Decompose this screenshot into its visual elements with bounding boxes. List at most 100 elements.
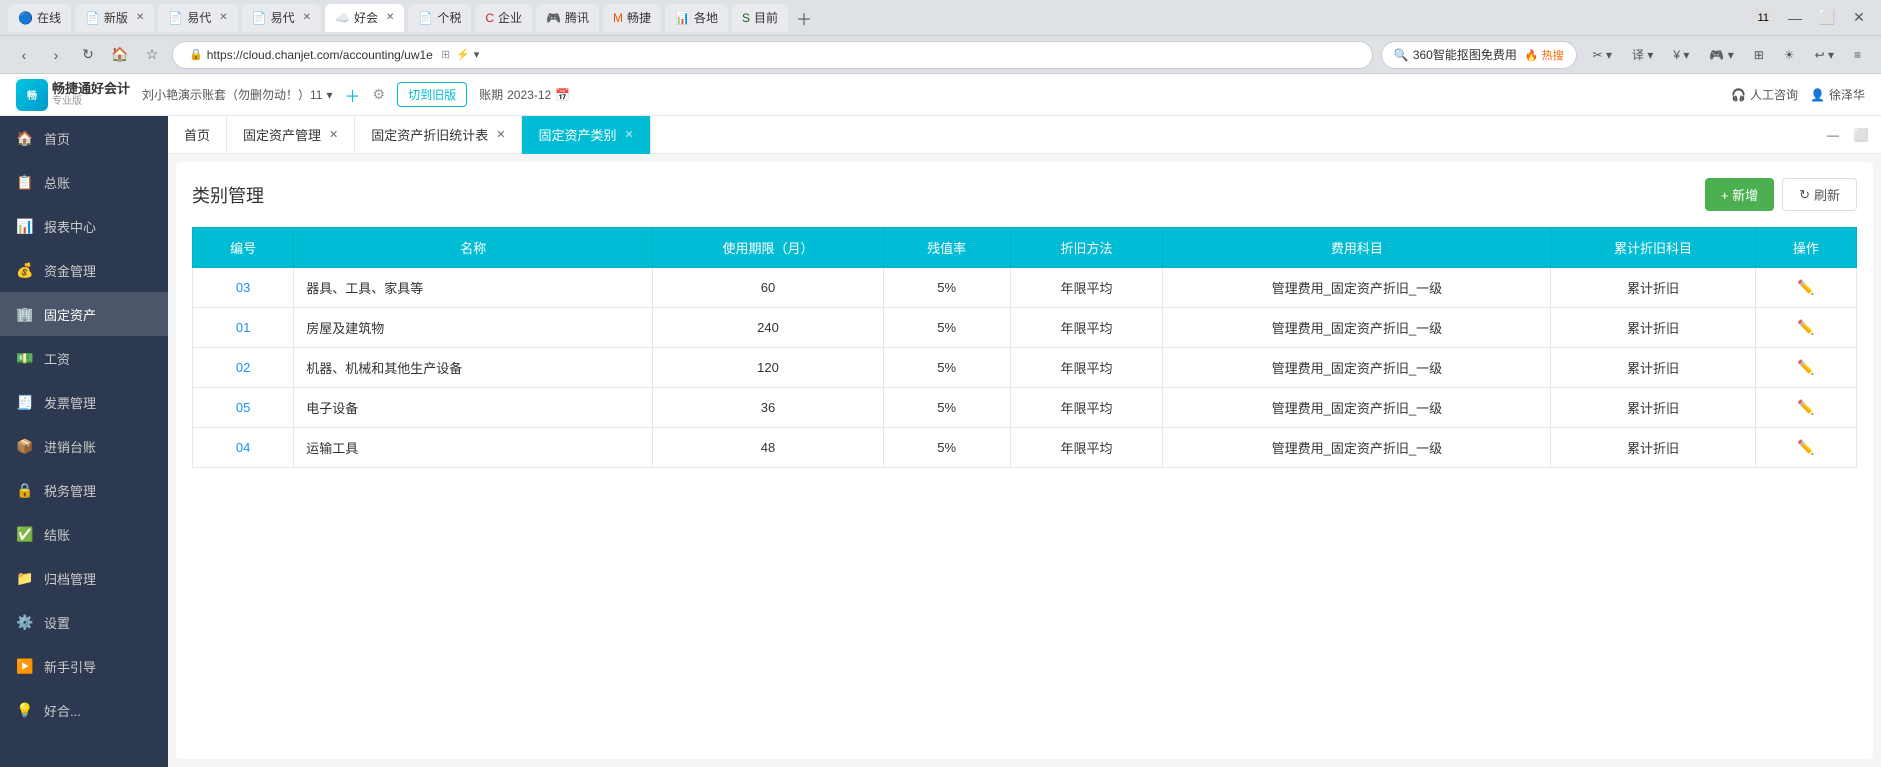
dropdown-arrow: ▾	[326, 88, 332, 102]
cell-code[interactable]: 01	[193, 308, 294, 348]
undo-btn[interactable]: ↩ ▾	[1807, 46, 1842, 64]
sidebar-item-ledger[interactable]: 📋 总账	[0, 160, 168, 204]
search-bar[interactable]: 🔍 360智能抠图免费用 🔥 热搜	[1381, 41, 1577, 69]
back-button[interactable]: ‹	[12, 43, 36, 67]
forward-button[interactable]: ›	[44, 43, 68, 67]
cell-name: 房屋及建筑物	[294, 308, 653, 348]
edit-icon[interactable]: ✏️	[1797, 399, 1814, 415]
brightness-btn[interactable]: ☀	[1776, 46, 1803, 64]
sidebar-item-settle[interactable]: ✅ 结账	[0, 512, 168, 556]
cell-method: 年限平均	[1010, 348, 1163, 388]
sidebar-item-funds[interactable]: 💰 资金管理	[0, 248, 168, 292]
browser-tab-yidai1[interactable]: 📄 易代 ✕	[158, 4, 237, 32]
cut-btn[interactable]: ✂ ▾	[1585, 46, 1620, 64]
refresh-label: 刷新	[1814, 185, 1840, 204]
tab-label: 新版	[104, 9, 128, 26]
sidebar-item-reports[interactable]: 📊 报表中心	[0, 204, 168, 248]
hot-tag: 🔥 热搜	[1525, 47, 1564, 63]
cell-code[interactable]: 02	[193, 348, 294, 388]
edit-icon[interactable]: ✏️	[1797, 279, 1814, 295]
address-input[interactable]: 🔒 https://cloud.chanjet.com/accounting/u…	[172, 41, 1373, 69]
close-icon[interactable]: ✕	[136, 12, 144, 23]
sidebar-item-other[interactable]: 💡 好合...	[0, 688, 168, 732]
close-icon[interactable]: ✕	[303, 12, 311, 23]
close-icon[interactable]: ✕	[496, 128, 505, 141]
bookmark-button[interactable]: ☆	[140, 43, 164, 67]
calendar-icon[interactable]: 📅	[555, 88, 570, 102]
sidebar-item-tax[interactable]: 🔒 税务管理	[0, 468, 168, 512]
tab-minimize-btn[interactable]: —	[1821, 123, 1845, 147]
cell-residual: 5%	[883, 308, 1010, 348]
home-button[interactable]: 🏠	[108, 43, 132, 67]
tab-label: 首页	[184, 125, 210, 144]
wallet-btn[interactable]: ¥ ▾	[1665, 46, 1697, 64]
sidebar-item-guide[interactable]: ▶️ 新手引导	[0, 644, 168, 688]
refresh-button[interactable]: ↻ 刷新	[1782, 178, 1857, 211]
grid-btn[interactable]: ⊞	[1746, 46, 1772, 64]
assets-icon: 🏢	[16, 305, 34, 323]
browser-tab-new[interactable]: 📄 新版 ✕	[75, 4, 154, 32]
expand-icon[interactable]: ▾	[474, 48, 480, 61]
tab-label: 固定资产管理	[243, 125, 321, 144]
tab-asset-mgmt[interactable]: 固定资产管理 ✕	[227, 116, 355, 154]
tab-count-badge[interactable]: 11	[1750, 10, 1777, 26]
browser-tab-haohui[interactable]: ☁️ 好会 ✕	[325, 4, 404, 32]
col-name: 名称	[294, 228, 653, 268]
tab-home[interactable]: 首页	[168, 116, 227, 154]
edit-icon[interactable]: ✏️	[1797, 439, 1814, 455]
invoice-icon: 🧾	[16, 393, 34, 411]
menu-btn[interactable]: ≡	[1846, 46, 1869, 64]
tab-depreciation[interactable]: 固定资产折旧统计表 ✕	[355, 116, 522, 154]
close-icon[interactable]: ✕	[386, 12, 394, 23]
maximize-button[interactable]: ⬜	[1813, 4, 1841, 32]
user-profile[interactable]: 👤 徐泽华	[1810, 86, 1865, 103]
sidebar-item-payroll[interactable]: 💵 工资	[0, 336, 168, 380]
edit-icon[interactable]: ✏️	[1797, 319, 1814, 335]
tab-label: 企业	[498, 9, 522, 26]
new-tab-btn[interactable]: ＋	[796, 6, 812, 30]
refresh-icon: ↻	[1799, 187, 1810, 203]
sidebar-item-home[interactable]: 🏠 首页	[0, 116, 168, 160]
reload-button[interactable]: ↻	[76, 43, 100, 67]
translate-btn[interactable]: 译 ▾	[1624, 44, 1661, 65]
customer-service-btn[interactable]: 🎧 人工咨询	[1731, 86, 1798, 103]
browser-tab-muqian[interactable]: S 目前	[732, 4, 788, 32]
browser-tab-gesui[interactable]: 📄 个税	[408, 4, 471, 32]
user-account-selector[interactable]: 刘小艳演示账套（勿删勿动！）11 ▾	[142, 86, 333, 103]
browser-tab-gedi[interactable]: 📊 各地	[665, 4, 728, 32]
cell-code[interactable]: 04	[193, 428, 294, 468]
game-btn[interactable]: 🎮 ▾	[1701, 46, 1741, 64]
browser-tab-yidai2[interactable]: 📄 易代 ✕	[242, 4, 321, 32]
sidebar-item-invoice[interactable]: 🧾 发票管理	[0, 380, 168, 424]
bookmark-star[interactable]: ⚡	[456, 48, 470, 61]
tab-category[interactable]: 固定资产类别 ✕	[522, 116, 650, 154]
add-button[interactable]: + 新增	[1705, 178, 1774, 211]
cell-code[interactable]: 05	[193, 388, 294, 428]
sidebar-item-inventory[interactable]: 📦 进销台账	[0, 424, 168, 468]
cell-code[interactable]: 03	[193, 268, 294, 308]
tab-extra-controls: — ⬜	[1821, 123, 1881, 147]
sidebar-item-archive[interactable]: 📁 归档管理	[0, 556, 168, 600]
switch-version-button[interactable]: 切到旧版	[397, 82, 467, 107]
close-icon[interactable]: ✕	[625, 128, 634, 141]
sidebar-item-assets[interactable]: 🏢 固定资产	[0, 292, 168, 336]
browser-tab-tengxun[interactable]: 🎮 腾讯	[536, 4, 599, 32]
col-months: 使用期限（月）	[653, 228, 883, 268]
cell-accum-subject: 累计折旧	[1551, 268, 1755, 308]
settings-btn[interactable]: ⚙	[373, 86, 386, 103]
browser-tab-qiye[interactable]: C 企业	[475, 4, 532, 32]
user-display-name: 刘小艳演示账套（勿删勿动！）11	[142, 86, 322, 103]
table-body: 03 器具、工具、家具等 60 5% 年限平均 管理费用_固定资产折旧_一级 累…	[193, 268, 1857, 468]
add-account-btn[interactable]: ＋	[345, 83, 361, 107]
sidebar-item-settings[interactable]: ⚙️ 设置	[0, 600, 168, 644]
browser-tab-online[interactable]: 🔵 在线	[8, 4, 71, 32]
tab-expand-btn[interactable]: ⬜	[1849, 123, 1873, 147]
minimize-button[interactable]: —	[1781, 4, 1809, 32]
user-avatar-icon: 👤	[1810, 88, 1825, 102]
close-icon[interactable]: ✕	[219, 12, 227, 23]
close-icon[interactable]: ✕	[329, 128, 338, 141]
col-accum-subject: 累计折旧科目	[1551, 228, 1755, 268]
close-window-button[interactable]: ✕	[1845, 4, 1873, 32]
edit-icon[interactable]: ✏️	[1797, 359, 1814, 375]
browser-tab-changjie[interactable]: M 畅捷	[603, 4, 661, 32]
